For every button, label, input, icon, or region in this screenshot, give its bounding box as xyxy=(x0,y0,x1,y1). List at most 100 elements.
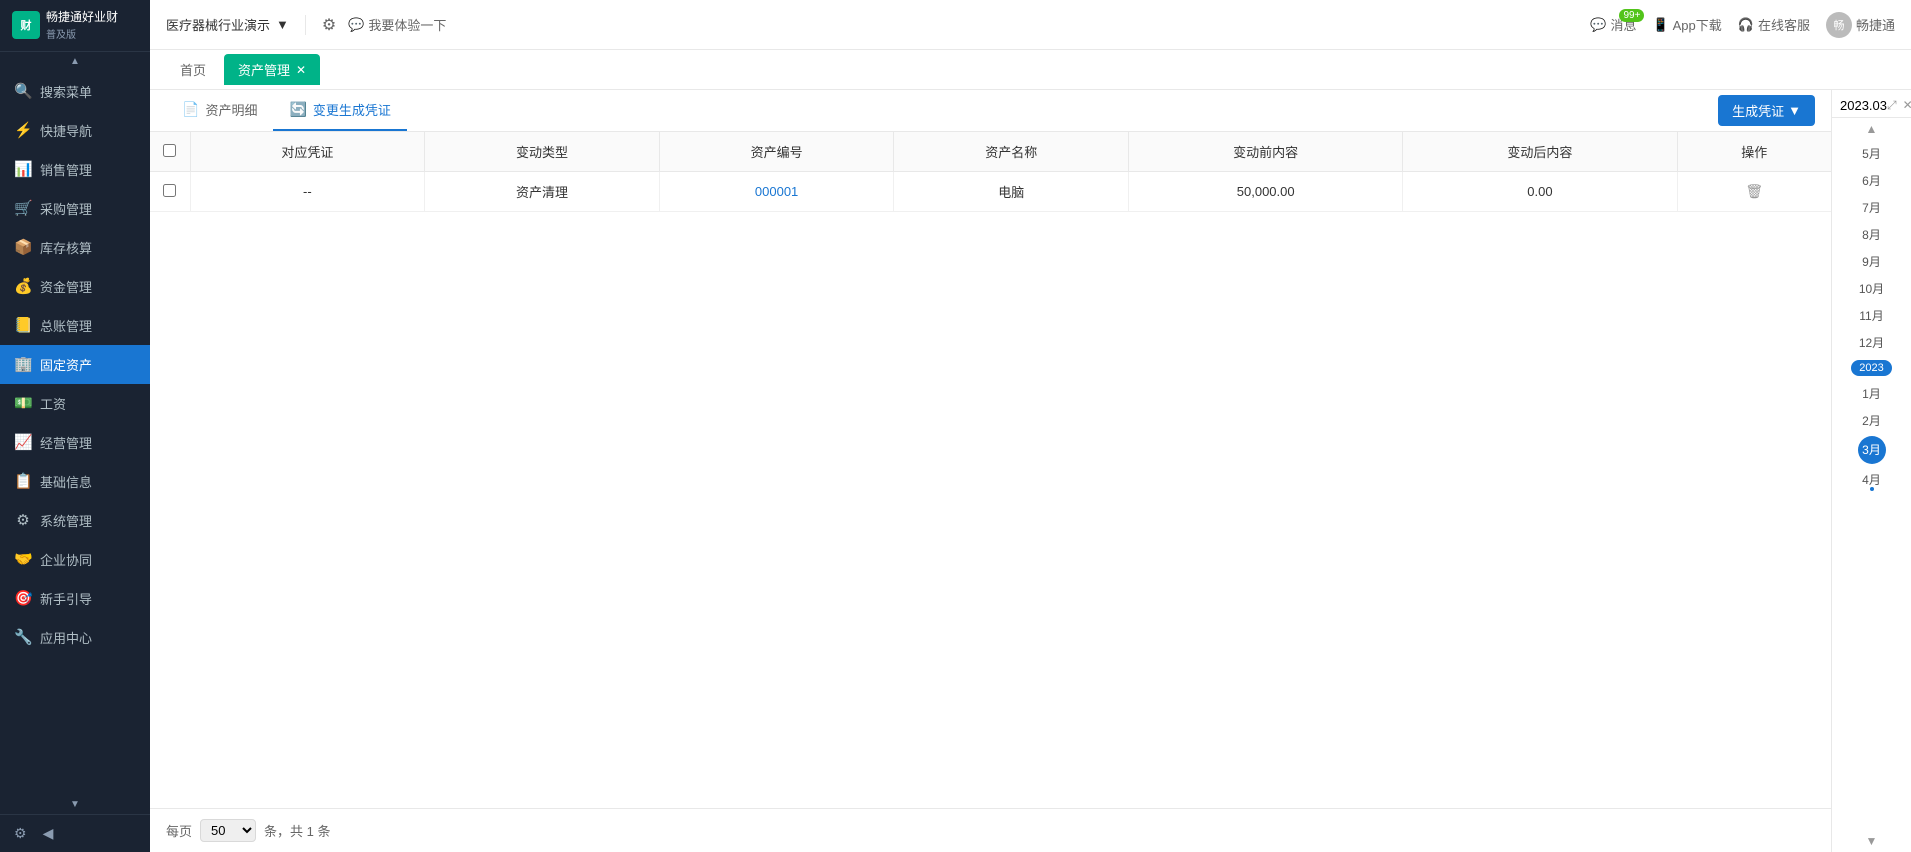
total-label: 条，共 1 条 xyxy=(264,821,330,840)
date-nav-up[interactable]: ▲ xyxy=(1832,118,1911,140)
date-month-item[interactable]: 5月 xyxy=(1832,140,1911,167)
date-month-item[interactable]: 12月 xyxy=(1832,329,1911,356)
guide-icon: 🎯 xyxy=(14,589,32,607)
subtab-change-voucher[interactable]: 🔄 变更生成凭证 xyxy=(273,90,406,131)
message-button[interactable]: 💬 消息 99+ xyxy=(1590,15,1636,34)
enterprise-icon: 🤝 xyxy=(14,550,32,568)
topbar-settings-icon[interactable]: ⚙ xyxy=(322,15,336,35)
sidebar-item-label-quick-nav: 快捷导航 xyxy=(40,121,92,140)
sidebar-scroll-up[interactable]: ▲ xyxy=(0,52,150,72)
td-voucher: -- xyxy=(190,172,425,212)
settings-icon[interactable]: ⚙ xyxy=(14,825,27,842)
feedback-text: 我要体验一下 xyxy=(368,15,446,34)
app-download-button[interactable]: 📱 App下载 xyxy=(1652,15,1721,34)
customer-service-button[interactable]: 🎧 在线客服 xyxy=(1738,15,1810,34)
sidebar-item-purchase[interactable]: 🛒 采购管理 xyxy=(0,189,150,228)
main-content: 医疗器械行业演示 ▼ ⚙ 💬 我要体验一下 💬 消息 99+ 📱 App下载 🎧… xyxy=(150,0,1911,852)
sidebar-item-payroll[interactable]: 💵工资 xyxy=(0,384,150,423)
sidebar-item-ledger[interactable]: 📒总账管理 xyxy=(0,306,150,345)
purchase-icon: 🛒 xyxy=(14,199,32,217)
sidebar-item-business[interactable]: 📈经营管理 xyxy=(0,423,150,462)
td-change-type: 资产清理 xyxy=(425,172,660,212)
sidebar-item-enterprise[interactable]: 🤝企业协同 xyxy=(0,540,150,579)
td-asset-name: 电脑 xyxy=(894,172,1129,212)
company-selector[interactable]: 医疗器械行业演示 ▼ xyxy=(166,15,289,34)
company-name: 医疗器械行业演示 xyxy=(166,15,270,34)
td-operation: 🗑 xyxy=(1677,172,1831,212)
collapse-icon[interactable]: ◀ xyxy=(43,825,54,842)
page-size-select[interactable]: 50 10 20 100 xyxy=(200,819,256,842)
date-month-item[interactable]: 1月 xyxy=(1832,380,1911,407)
th-after-change: 变动后内容 xyxy=(1403,132,1677,172)
th-checkbox xyxy=(150,132,190,172)
date-month-item[interactable]: 10月 xyxy=(1832,275,1911,302)
search-icon: 🔍 xyxy=(14,82,32,100)
tab-home[interactable]: 首页 xyxy=(166,54,220,85)
tab-asset-management-label: 资产管理 xyxy=(238,60,290,79)
date-month-item[interactable]: 6月 xyxy=(1832,167,1911,194)
th-operation: 操作 xyxy=(1677,132,1831,172)
date-month-item[interactable]: 7月 xyxy=(1832,194,1911,221)
date-month-item[interactable]: 9月 xyxy=(1832,248,1911,275)
generate-voucher-dropdown-icon: ▼ xyxy=(1788,103,1801,118)
sidebar-item-sales[interactable]: 📊销售管理 xyxy=(0,150,150,189)
td-checkbox xyxy=(150,172,190,212)
delete-icon[interactable]: 🗑 xyxy=(1745,183,1763,199)
sidebar-item-quick-nav[interactable]: ⚡快捷导航 xyxy=(0,111,150,150)
date-panel-expand-icon[interactable]: ⤢ xyxy=(1887,98,1897,113)
date-panel-title: 2023.03 xyxy=(1840,98,1887,113)
sidebar-item-basic-info[interactable]: 📋 基础信息 xyxy=(0,462,150,501)
th-asset-code: 资产编号 xyxy=(659,132,894,172)
tab-home-label: 首页 xyxy=(180,63,206,78)
date-month-item[interactable]: 4月 xyxy=(1832,466,1911,493)
sidebar: 财 畅捷通好业财 普及版 ▲ 🔍搜索菜单⚡快捷导航📊销售管理 🛒 采购管理 📦库存核算… xyxy=(0,0,150,852)
sidebar-item-label-sales: 销售管理 xyxy=(40,160,92,179)
app-center-icon: 🔧 xyxy=(14,628,32,646)
table-container: 对应凭证 变动类型 资产编号 资产名称 变动前内容 变动后内容 操作 -- 资产… xyxy=(150,132,1831,808)
date-scroll: 5月6月7月8月9月10月11月12月20231月2月3月4月 xyxy=(1832,140,1911,830)
user-menu[interactable]: 畅 畅捷通 xyxy=(1826,12,1895,38)
tab-close-icon[interactable]: ✕ xyxy=(296,63,306,77)
sidebar-item-label-purchase: 采购管理 xyxy=(40,199,92,218)
date-panel-close-icon[interactable]: ✕ xyxy=(1903,98,1911,113)
subtab-items: 📄 资产明细 🔄 变更生成凭证 xyxy=(166,90,407,131)
sidebar-scroll-down[interactable]: ▼ xyxy=(0,794,150,814)
date-month-item[interactable]: 11月 xyxy=(1832,302,1911,329)
date-month-item[interactable]: 8月 xyxy=(1832,221,1911,248)
sidebar-bottom: ⚙ ◀ xyxy=(0,814,150,852)
subtab-asset-detail[interactable]: 📄 资产明细 xyxy=(166,90,273,131)
sidebar-item-label-system: 系统管理 xyxy=(40,511,92,530)
feedback-icon: 💬 xyxy=(348,17,364,33)
basic-info-icon: 📋 xyxy=(14,472,32,490)
td-before-change: 50,000.00 xyxy=(1129,172,1403,212)
sidebar-item-label-basic-info: 基础信息 xyxy=(40,472,92,491)
sidebar-logo: 财 畅捷通好业财 普及版 xyxy=(0,0,150,52)
content-panel: 📄 资产明细 🔄 变更生成凭证 生成凭证 ▼ xyxy=(150,90,1831,852)
row-checkbox[interactable] xyxy=(163,184,176,197)
th-asset-name: 资产名称 xyxy=(894,132,1129,172)
select-all-checkbox[interactable] xyxy=(163,144,176,157)
content-area: 📄 资产明细 🔄 变更生成凭证 生成凭证 ▼ xyxy=(150,90,1911,852)
username: 畅捷通 xyxy=(1856,15,1895,34)
sidebar-item-label-payroll: 工资 xyxy=(40,394,66,413)
sidebar-item-fixed-assets[interactable]: 🏢固定资产 xyxy=(0,345,150,384)
sidebar-item-inventory[interactable]: 📦库存核算 xyxy=(0,228,150,267)
sidebar-item-system[interactable]: ⚙系统管理 xyxy=(0,501,150,540)
sidebar-item-app-center[interactable]: 🔧 应用中心 xyxy=(0,618,150,657)
date-nav-down[interactable]: ▼ xyxy=(1832,830,1911,852)
date-panel-header: 2023.03 ⤢ ✕ xyxy=(1832,90,1911,118)
sidebar-item-label-app-center: 应用中心 xyxy=(40,628,92,647)
subtab-change-voucher-label: 变更生成凭证 xyxy=(313,100,391,119)
date-month-item[interactable]: 2月 xyxy=(1832,407,1911,434)
table-header-row: 对应凭证 变动类型 资产编号 资产名称 变动前内容 变动后内容 操作 xyxy=(150,132,1831,172)
sidebar-item-search[interactable]: 🔍搜索菜单 xyxy=(0,72,150,111)
tab-asset-management[interactable]: 资产管理 ✕ xyxy=(224,54,320,85)
generate-voucher-button[interactable]: 生成凭证 ▼ xyxy=(1718,95,1815,126)
subtab-asset-detail-label: 资产明细 xyxy=(205,100,257,119)
sidebar-item-guide[interactable]: 🎯新手引导 xyxy=(0,579,150,618)
date-month-item[interactable]: 3月 xyxy=(1858,436,1886,464)
ledger-icon: 📒 xyxy=(14,316,32,334)
topbar-divider xyxy=(305,15,306,35)
topbar-feedback[interactable]: 💬 我要体验一下 xyxy=(348,15,446,34)
sidebar-item-funds[interactable]: 💰资金管理 xyxy=(0,267,150,306)
